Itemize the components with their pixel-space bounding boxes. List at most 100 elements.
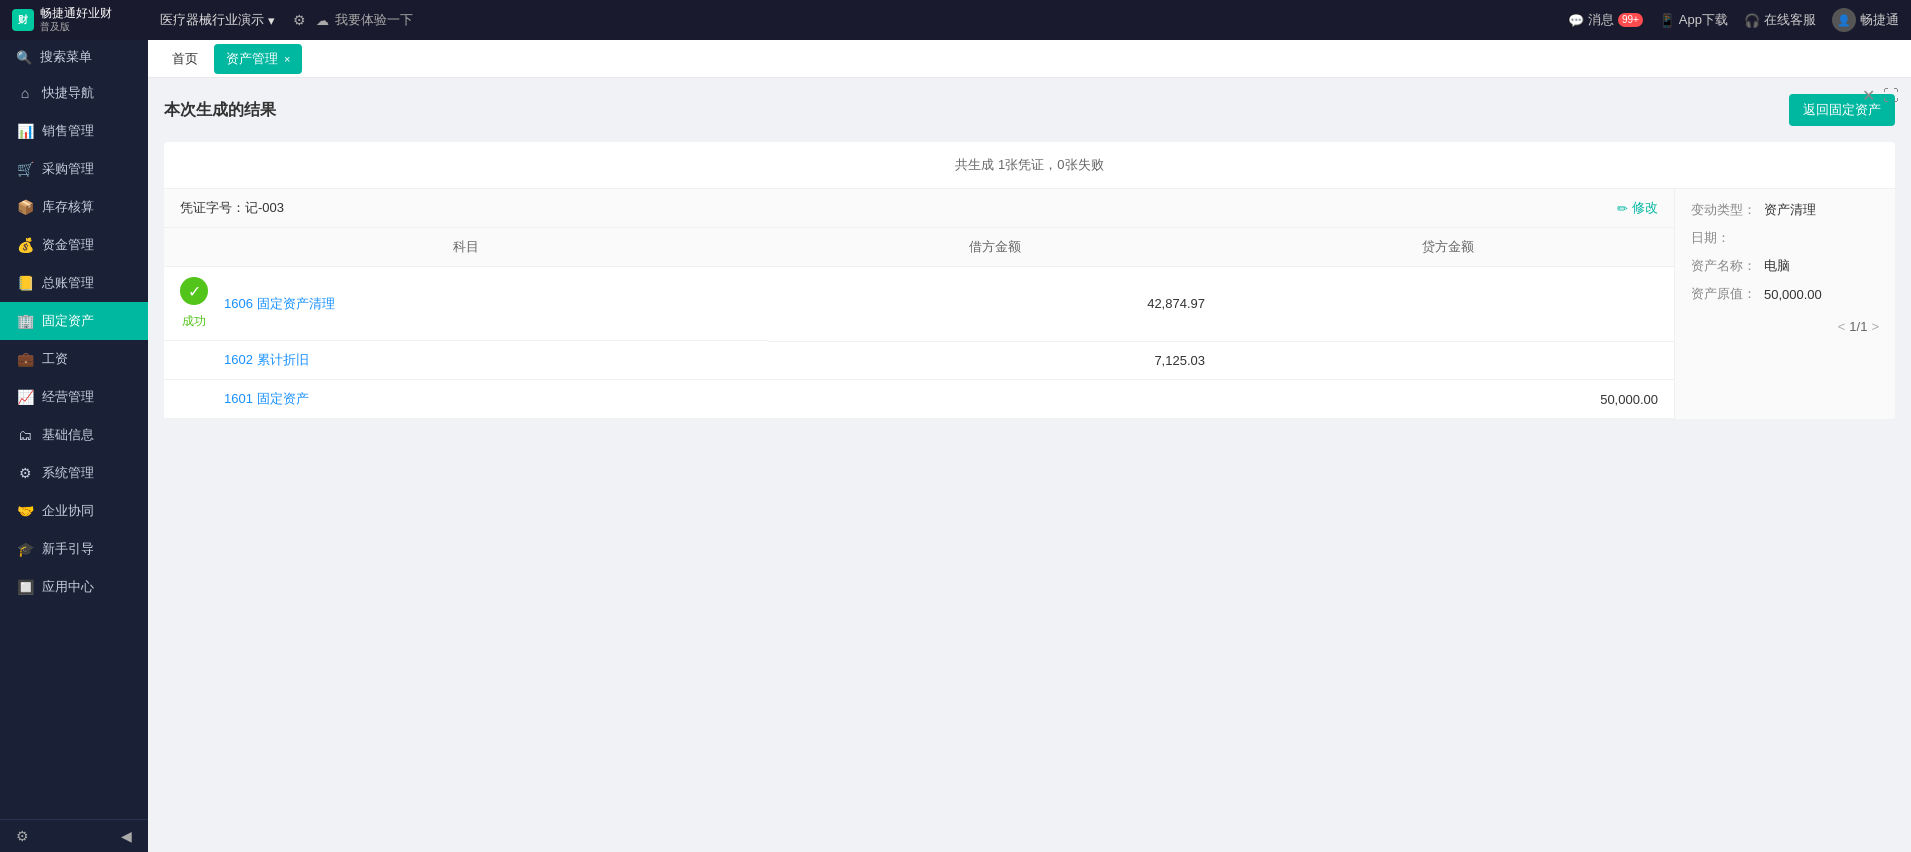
voucher-main: 凭证字号：记-003 ✏ 修改 科目 借方金额 贷 xyxy=(164,189,1675,419)
sidebar: 🔍 搜索菜单 ⌂ 快捷导航 📊 销售管理 🛒 采购管理 📦 库存核算 💰 资金管… xyxy=(0,40,148,852)
online-service-label: 在线客服 xyxy=(1764,11,1816,29)
experience-label: 我要体验一下 xyxy=(335,11,413,29)
tab-asset-management[interactable]: 资产管理 × xyxy=(214,44,302,74)
asset-name-label: 资产名称： xyxy=(1691,257,1756,275)
voucher-right-panel: 变动类型： 资产清理 日期： 资产名称： 电脑 资产原值： xyxy=(1675,189,1895,419)
app-download-button[interactable]: 📱 App下载 xyxy=(1659,11,1728,29)
tab-close-icon[interactable]: × xyxy=(284,53,290,65)
sidebar-search[interactable]: 🔍 搜索菜单 xyxy=(0,40,148,74)
sidebar-item-label: 工资 xyxy=(42,350,68,368)
pagination: < 1/1 > xyxy=(1691,319,1879,334)
voucher-no: 凭证字号：记-003 xyxy=(180,199,284,217)
sidebar-item-payroll[interactable]: 💼 工资 xyxy=(0,340,148,378)
home-icon: ⌂ xyxy=(16,84,34,102)
table-row: ✓ 成功 1606 固定资产清理 42,874.97 xyxy=(164,267,1674,342)
modal-expand-button[interactable]: ⛶ xyxy=(1883,86,1899,105)
sidebar-item-funds[interactable]: 💰 资金管理 xyxy=(0,226,148,264)
operations-icon: 📈 xyxy=(16,388,34,406)
sidebar-toggle-icon[interactable]: ◀ xyxy=(121,828,132,844)
sidebar-item-basics[interactable]: 🗂 基础信息 xyxy=(0,416,148,454)
sidebar-item-system[interactable]: ⚙ 系统管理 xyxy=(0,454,148,492)
success-label: 成功 xyxy=(182,313,206,330)
sidebar-item-label: 应用中心 xyxy=(42,578,94,596)
search-label: 搜索菜单 xyxy=(40,48,92,66)
page-header: 本次生成的结果 返回固定资产 xyxy=(164,94,1895,126)
user-label: 畅捷通 xyxy=(1860,11,1899,29)
next-page-icon[interactable]: > xyxy=(1871,319,1879,334)
sidebar-item-label: 销售管理 xyxy=(42,122,94,140)
purchase-icon: 🛒 xyxy=(16,160,34,178)
success-icon: ✓ xyxy=(180,277,208,305)
sidebar-item-guide[interactable]: 🎓 新手引导 xyxy=(0,530,148,568)
user-menu[interactable]: 👤 畅捷通 xyxy=(1832,8,1899,32)
page-indicator: 1/1 xyxy=(1849,319,1867,334)
experience-button[interactable]: ☁ 我要体验一下 xyxy=(316,11,413,29)
prev-page-icon[interactable]: < xyxy=(1838,319,1846,334)
tab-bar: 首页 资产管理 × xyxy=(148,40,1911,78)
sidebar-item-quick-nav[interactable]: ⌂ 快捷导航 xyxy=(0,74,148,112)
edit-label: 修改 xyxy=(1632,199,1658,217)
sidebar-item-fixed-assets[interactable]: 🏢 固定资产 xyxy=(0,302,148,340)
sidebar-item-label: 系统管理 xyxy=(42,464,94,482)
search-icon: 🔍 xyxy=(16,50,32,65)
company-selector[interactable]: 医疗器械行业演示 ▾ xyxy=(152,11,283,29)
col-debit-header: 借方金额 xyxy=(768,228,1221,267)
content-area: 首页 资产管理 × ✕ ⛶ 本次生成的结果 返回固定资产 共生成 1张凭证，0张… xyxy=(148,40,1911,852)
topbar-right: 💬 消息 99+ 📱 App下载 🎧 在线客服 👤 畅捷通 xyxy=(1568,8,1899,32)
guide-icon: 🎓 xyxy=(16,540,34,558)
sidebar-bottom: ⚙ ◀ xyxy=(0,819,148,852)
sidebar-item-label: 企业协同 xyxy=(42,502,94,520)
asset-value-row: 资产原值： 50,000.00 xyxy=(1691,285,1879,303)
col-credit-header: 贷方金额 xyxy=(1221,228,1674,267)
basics-icon: 🗂 xyxy=(16,426,34,444)
messages-button[interactable]: 💬 消息 99+ xyxy=(1568,11,1643,29)
sidebar-item-label: 采购管理 xyxy=(42,160,94,178)
sidebar-item-label: 总账管理 xyxy=(42,274,94,292)
sidebar-item-label: 固定资产 xyxy=(42,312,94,330)
sidebar-item-operations[interactable]: 📈 经营管理 xyxy=(0,378,148,416)
app-download-label: App下载 xyxy=(1679,11,1728,29)
result-summary: 共生成 1张凭证，0张失败 xyxy=(164,142,1895,189)
brand-name: 畅捷通好业财 xyxy=(40,6,112,20)
sidebar-item-label: 快捷导航 xyxy=(42,84,94,102)
sidebar-item-purchase[interactable]: 🛒 采购管理 xyxy=(0,150,148,188)
edit-icon: ✏ xyxy=(1617,201,1628,216)
modal-close-button[interactable]: ✕ xyxy=(1862,86,1875,105)
row2-credit xyxy=(1221,341,1674,380)
row3-subject: 1601 固定资产 xyxy=(224,391,309,406)
row3-debit xyxy=(768,380,1221,419)
sidebar-item-label: 基础信息 xyxy=(42,426,94,444)
fixed-assets-icon: 🏢 xyxy=(16,312,34,330)
change-type-row: 变动类型： 资产清理 xyxy=(1691,201,1879,219)
tab-home[interactable]: 首页 xyxy=(164,50,206,68)
sidebar-item-inventory[interactable]: 📦 库存核算 xyxy=(0,188,148,226)
row1-debit: 42,874.97 xyxy=(768,267,1221,342)
online-service-button[interactable]: 🎧 在线客服 xyxy=(1744,11,1816,29)
messages-label: 消息 xyxy=(1588,11,1614,29)
sidebar-item-app-center[interactable]: 🔲 应用中心 xyxy=(0,568,148,606)
page-title: 本次生成的结果 xyxy=(164,100,276,121)
voucher-section: 凭证字号：记-003 ✏ 修改 科目 借方金额 贷 xyxy=(164,189,1895,419)
company-name: 医疗器械行业演示 xyxy=(160,11,264,29)
page-content: ✕ ⛶ 本次生成的结果 返回固定资产 共生成 1张凭证，0张失败 凭证字号：记-… xyxy=(148,78,1911,852)
messages-badge: 99+ xyxy=(1618,13,1643,27)
settings-icon[interactable]: ⚙ xyxy=(293,12,306,28)
modal-controls: ✕ ⛶ xyxy=(1862,86,1899,105)
sidebar-settings-icon[interactable]: ⚙ xyxy=(16,828,29,844)
sidebar-item-ledger[interactable]: 📒 总账管理 xyxy=(0,264,148,302)
asset-value-label: 资产原值： xyxy=(1691,285,1756,303)
sidebar-item-label: 资金管理 xyxy=(42,236,94,254)
table-row: 1602 累计折旧 7,125.03 xyxy=(164,341,1674,380)
cloud-icon: ☁ xyxy=(316,13,329,28)
sidebar-item-enterprise[interactable]: 🤝 企业协同 xyxy=(0,492,148,530)
funds-icon: 💰 xyxy=(16,236,34,254)
system-icon: ⚙ xyxy=(16,464,34,482)
voucher-table: 科目 借方金额 贷方金额 ✓ 成 xyxy=(164,228,1674,419)
result-card: 共生成 1张凭证，0张失败 凭证字号：记-003 ✏ 修改 xyxy=(164,142,1895,419)
edit-button[interactable]: ✏ 修改 xyxy=(1617,199,1658,217)
row3-credit: 50,000.00 xyxy=(1221,380,1674,419)
topbar: 财 畅捷通好业财 普及版 医疗器械行业演示 ▾ ⚙ ☁ 我要体验一下 💬 消息 … xyxy=(0,0,1911,40)
row1-subject: 1606 固定资产清理 xyxy=(224,295,335,313)
sidebar-item-sales[interactable]: 📊 销售管理 xyxy=(0,112,148,150)
avatar: 👤 xyxy=(1832,8,1856,32)
